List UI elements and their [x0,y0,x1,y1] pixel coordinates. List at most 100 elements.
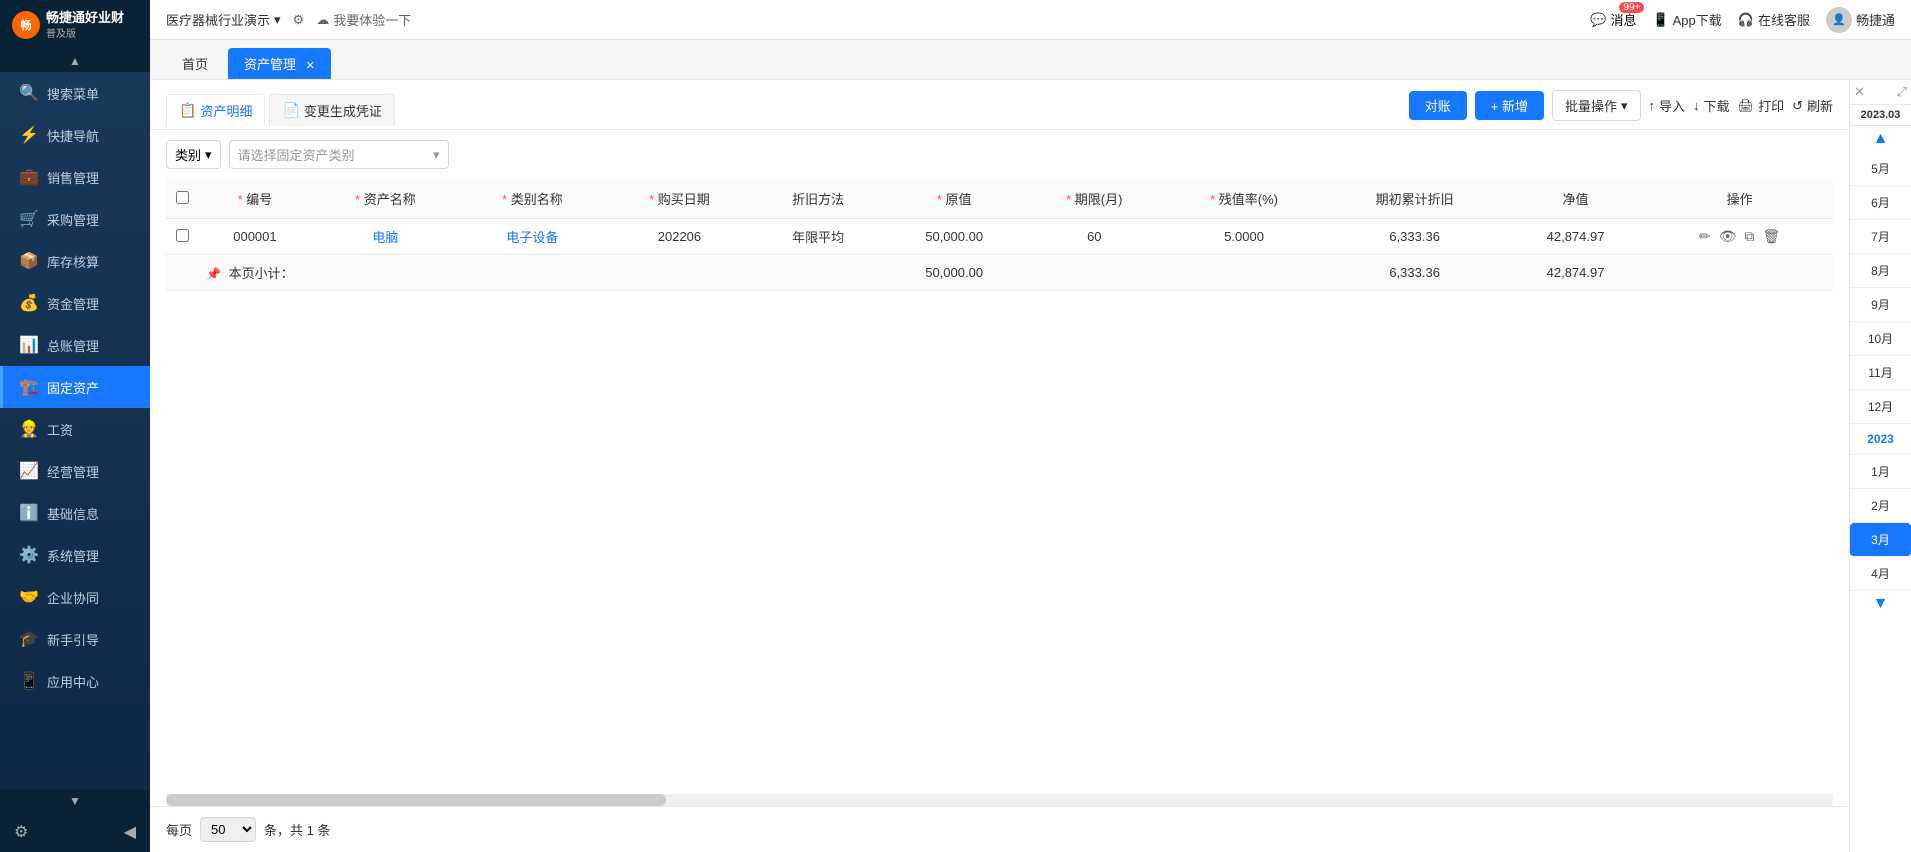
row-checkbox-cell [166,219,198,255]
cal-nov[interactable]: 11月 [1850,356,1911,390]
sidebar-item-销售管理[interactable]: 💼销售管理 [0,156,150,198]
cal-oct[interactable]: 10月 [1850,322,1911,356]
sidebar-item-资金管理[interactable]: 💰资金管理 [0,282,150,324]
nav-icon-14: 📱 [19,671,39,691]
app-subtitle: 普及版 [46,25,124,40]
nav-icon-3: 🛒 [19,209,39,229]
cal-apr[interactable]: 4月 [1850,557,1911,591]
import-button[interactable]: ↑ 导入 [1649,96,1686,115]
th-accumulated-depreciation: 期初累计折旧 [1325,179,1505,219]
subtab-change-voucher[interactable]: 📄 变更生成凭证 [269,94,394,126]
subtab-left: 📋 资产明细 📄 变更生成凭证 [166,94,395,126]
row-category[interactable]: 电子设备 [459,219,606,255]
logo-icon: 畅 [12,11,40,39]
reconcile-button[interactable]: 对账 [1409,91,1467,120]
user-avatar[interactable]: 👤 畅捷通 [1826,7,1895,33]
print-icon: 🖨 [1738,98,1755,114]
category-label-select[interactable]: 类别 ▾ [166,140,221,169]
import-icon: ↑ [1649,98,1656,113]
per-page-select[interactable]: 50 100 200 [200,817,256,842]
per-page-label: 每页 [166,820,192,839]
subtotal-original-value: 50,000.00 [883,255,1025,291]
batch-button[interactable]: 批量操作 ▾ [1552,90,1641,121]
sidebar-item-固定资产[interactable]: 🏗️固定资产 [0,366,150,408]
row-name[interactable]: 电脑 [312,219,459,255]
cal-year-2023[interactable]: 2023 [1850,424,1911,455]
cal-mar[interactable]: 3月 [1850,523,1911,557]
sidebar-item-系统管理[interactable]: ⚙️系统管理 [0,534,150,576]
calendar-expand-icon[interactable]: ⤢ [1897,84,1907,100]
row-original-value: 50,000.00 [883,219,1025,255]
category-input[interactable]: 请选择固定资产类别 ▾ [229,140,449,169]
th-residual-rate: 残值率(%) [1164,179,1325,219]
main-area: 医疗器械行业演示 ▾ ⚙ ☁ 我要体验一下 💬 消息 99+ 📱 App下载 🎧… [150,0,1911,852]
sidebar-item-库存核算[interactable]: 📦库存核算 [0,240,150,282]
refresh-button[interactable]: ↺ 刷新 [1792,96,1833,115]
nav-icon-12: 🤝 [19,587,39,607]
th-net-value: 净值 [1505,179,1647,219]
phone-icon: 📱 [1652,12,1668,28]
th-purchase-date: 购买日期 [606,179,753,219]
sidebar-item-新手引导[interactable]: 🎓新手引导 [0,618,150,660]
delete-icon[interactable]: 🗑 [1763,228,1781,245]
sidebar-item-总账管理[interactable]: 📊总账管理 [0,324,150,366]
message-button[interactable]: 💬 消息 99+ [1590,10,1636,29]
row-checkbox[interactable] [176,229,189,242]
sidebar-scroll-up[interactable]: ▲ [0,50,150,72]
app-download-button[interactable]: 📱 App下载 [1652,10,1721,29]
cal-feb[interactable]: 2月 [1850,489,1911,523]
online-service-button[interactable]: 🎧 在线客服 [1738,10,1810,29]
message-badge: 99+ [1619,2,1644,13]
cal-may[interactable]: 5月 [1850,152,1911,186]
tab-home[interactable]: 首页 [166,48,224,79]
tab-asset-management[interactable]: 资产管理 ✕ [228,48,331,79]
nav-icon-2: 💼 [19,167,39,187]
row-accumulated-depreciation: 6,333.36 [1325,219,1505,255]
edit-icon[interactable]: ✏ [1699,228,1711,245]
calendar-close-icon[interactable]: ✕ [1854,84,1865,100]
tab-close-icon[interactable]: ✕ [306,60,315,72]
collapse-icon[interactable]: ◀ [124,822,136,842]
download-button[interactable]: ↓ 下载 [1693,96,1730,115]
sidebar-item-企业协同[interactable]: 🤝企业协同 [0,576,150,618]
cal-jan[interactable]: 1月 [1850,455,1911,489]
subtab-asset-detail[interactable]: 📋 资产明细 [166,94,265,127]
experience-button[interactable]: ☁ 我要体验一下 [316,10,411,29]
subtotal-row: 📌 本页小计： 50,000.00 6,333.36 42,874.97 [166,255,1833,291]
cal-jun[interactable]: 6月 [1850,186,1911,220]
subtab-voucher-icon: 📄 [282,102,299,119]
sidebar-item-基础信息[interactable]: ℹ️基础信息 [0,492,150,534]
row-actions: ✏ 👁 ⧉ 🗑 [1646,219,1833,255]
cal-dec[interactable]: 12月 [1850,390,1911,424]
sidebar-item-搜索菜单[interactable]: 🔍搜索菜单 [0,72,150,114]
horizontal-scrollbar[interactable] [166,794,1833,806]
sidebar-item-采购管理[interactable]: 🛒采购管理 [0,198,150,240]
row-net-value: 42,874.97 [1505,219,1647,255]
select-all-checkbox[interactable] [176,191,189,204]
message-icon: 💬 [1590,12,1606,28]
nav-icon-8: 👷 [19,419,39,439]
print-button[interactable]: 🖨 打印 [1738,96,1785,115]
sidebar-scroll-down[interactable]: ▼ [0,790,150,812]
settings-icon[interactable]: ⚙ [14,822,28,842]
right-panel: ✕ ⤢ 2023.03 ▲ 5月 6月 7月 8月 9月 10月 11月 12月… [1849,80,1911,852]
copy-icon[interactable]: ⧉ [1745,228,1755,245]
cal-sep[interactable]: 9月 [1850,288,1911,322]
table-row: 000001 电脑 电子设备 202206 年限平均 50,000.00 60 … [166,219,1833,255]
company-settings-icon[interactable]: ⚙ [293,12,305,28]
calendar-down-arrow[interactable]: ▼ [1869,591,1893,617]
sidebar-item-应用中心[interactable]: 📱应用中心 [0,660,150,702]
avatar-icon: 👤 [1826,7,1852,33]
sidebar-item-快捷导航[interactable]: ⚡快捷导航 [0,114,150,156]
row-period: 60 [1025,219,1164,255]
sidebar-item-工资[interactable]: 👷工资 [0,408,150,450]
sidebar: 畅 畅捷通好业财 普及版 ▲ 🔍搜索菜单⚡快捷导航💼销售管理🛒采购管理📦库存核算… [0,0,150,852]
view-icon[interactable]: 👁 [1719,228,1737,245]
nav-icon-10: ℹ️ [19,503,39,523]
cal-jul[interactable]: 7月 [1850,220,1911,254]
sidebar-item-经营管理[interactable]: 📈经营管理 [0,450,150,492]
cal-aug[interactable]: 8月 [1850,254,1911,288]
calendar-up-arrow[interactable]: ▲ [1869,126,1893,152]
new-button[interactable]: + 新增 [1475,91,1544,120]
company-selector[interactable]: 医疗器械行业演示 ▾ [166,10,281,29]
